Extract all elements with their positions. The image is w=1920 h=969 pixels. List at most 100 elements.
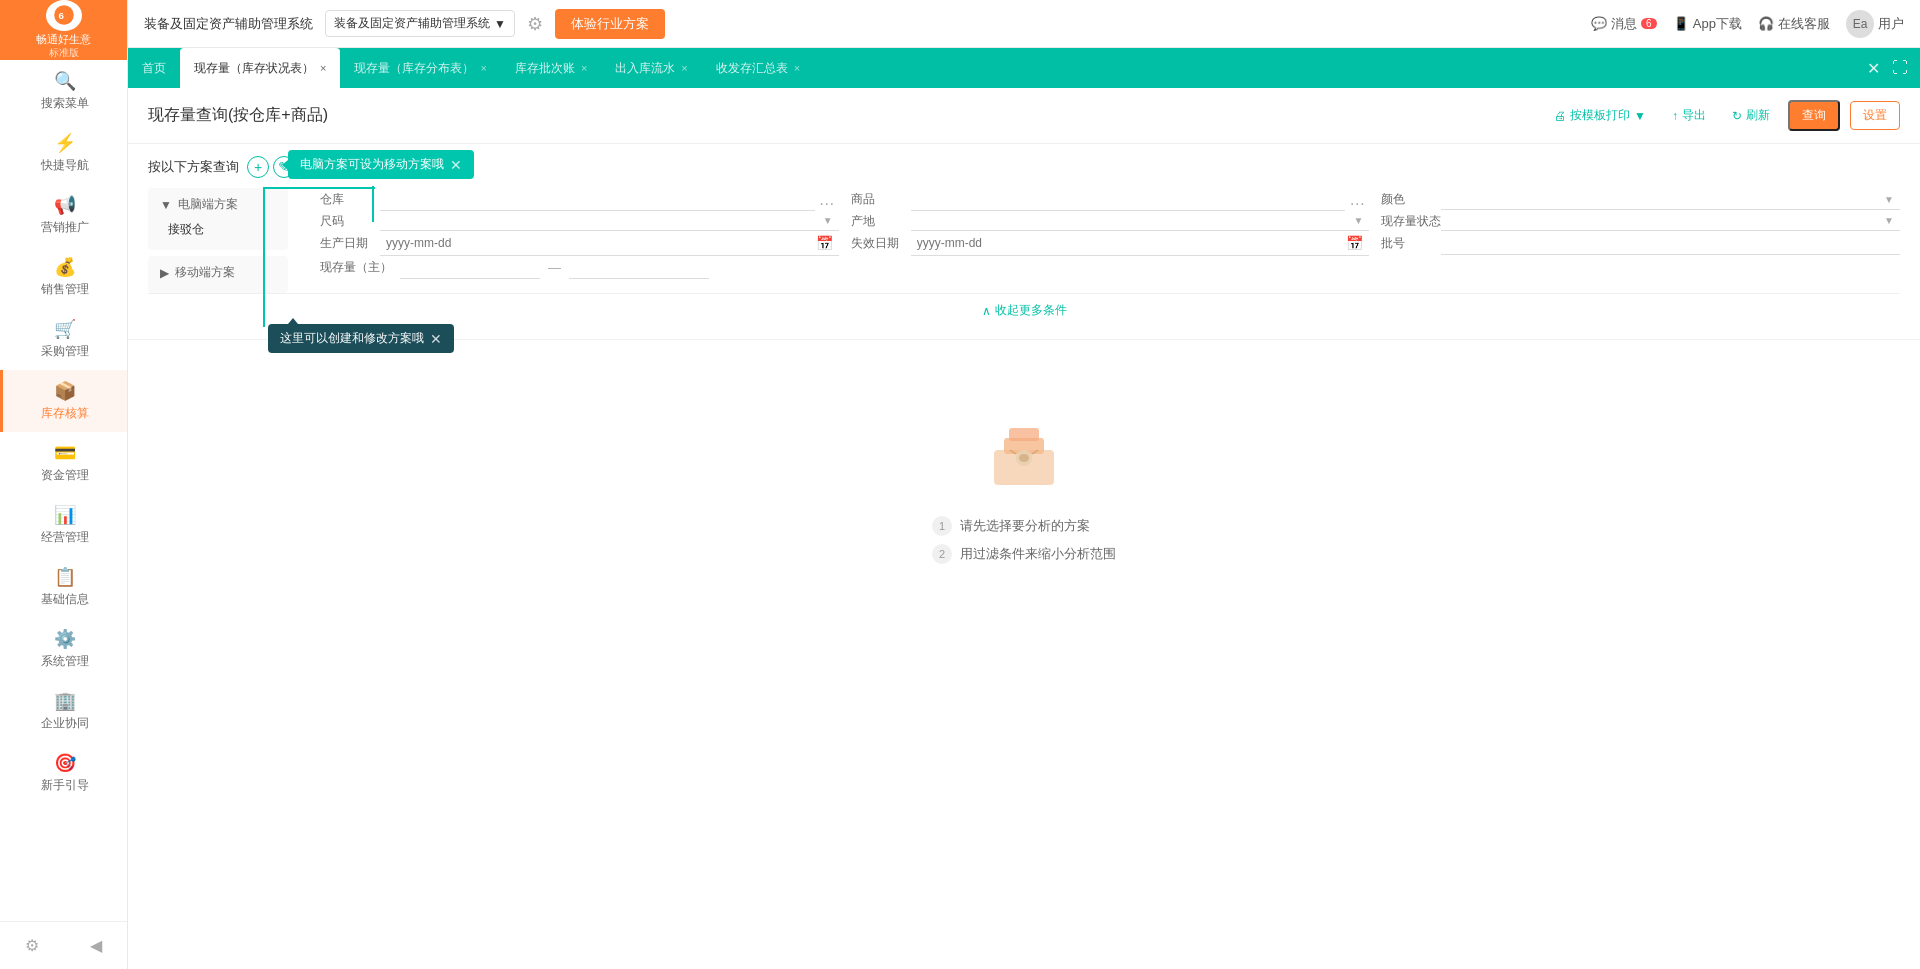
tab-batch_account[interactable]: 库存批次账× bbox=[501, 48, 601, 88]
origin-select[interactable]: ▼ bbox=[911, 211, 1370, 231]
pc-scheme-item-jiejie[interactable]: 接驳仓 bbox=[160, 217, 276, 242]
service-icon: 🎧 bbox=[1758, 16, 1774, 31]
refresh-button[interactable]: ↻ 刷新 bbox=[1724, 103, 1778, 128]
color-label: 颜色 bbox=[1381, 191, 1441, 208]
sidebar-icon-operation: 📊 bbox=[54, 504, 76, 526]
tab-close-stock_status[interactable]: × bbox=[320, 62, 326, 74]
message-button[interactable]: 💬 消息 6 bbox=[1591, 15, 1657, 33]
goods-more-icon[interactable]: … bbox=[1345, 191, 1369, 209]
page-title-bar: 现存量查询(按仓库+商品) 🖨 按模板打印 ▼ ↑ 导出 ↻ 刷新 查询 设置 bbox=[128, 88, 1920, 144]
filter-field-stock-status: 现存量状态 ▼ bbox=[1381, 211, 1900, 231]
size-select[interactable]: ▼ bbox=[380, 211, 839, 231]
export-button[interactable]: ↑ 导出 bbox=[1664, 103, 1714, 128]
filter-field-warehouse: 仓库 … bbox=[320, 188, 839, 211]
sidebar-item-sales[interactable]: 💰 销售管理 bbox=[0, 246, 127, 308]
produce-date-input[interactable]: 📅 bbox=[380, 231, 839, 256]
sidebar-icon-guide: 🎯 bbox=[54, 752, 76, 774]
filter-main-layout: ▼ 电脑端方案 接驳仓 ▶ 移动端方案 bbox=[148, 188, 1900, 293]
tab-close-stock_dist[interactable]: × bbox=[480, 62, 486, 74]
tab-close-all-icon[interactable]: ✕ bbox=[1863, 57, 1884, 80]
sidebar-item-operation[interactable]: 📊 经营管理 bbox=[0, 494, 127, 556]
filter-field-color: 颜色 ▼ bbox=[1381, 190, 1900, 210]
svg-text:6: 6 bbox=[58, 10, 64, 21]
mobile-scheme-section: ▶ 移动端方案 bbox=[148, 256, 288, 293]
svg-point-0 bbox=[54, 6, 74, 26]
sidebar-item-system[interactable]: ⚙️ 系统管理 bbox=[0, 618, 127, 680]
sidebar-settings-icon[interactable]: ⚙ bbox=[17, 932, 47, 959]
sidebar-item-enterprise[interactable]: 🏢 企业协同 bbox=[0, 680, 127, 742]
svg-point-6 bbox=[1019, 454, 1029, 462]
print-arrow-icon: ▼ bbox=[1634, 109, 1646, 123]
filter-scheme-panel: ▼ 电脑端方案 接驳仓 ▶ 移动端方案 bbox=[148, 188, 308, 293]
produce-date-calendar-icon[interactable]: 📅 bbox=[816, 235, 833, 251]
sidebar-item-guide[interactable]: 🎯 新手引导 bbox=[0, 742, 127, 804]
message-badge: 6 bbox=[1641, 18, 1657, 29]
stock-status-select[interactable]: ▼ bbox=[1441, 211, 1900, 231]
print-button[interactable]: 🖨 按模板打印 ▼ bbox=[1546, 103, 1654, 128]
tab-label-recv_summary: 收发存汇总表 bbox=[716, 60, 788, 77]
app-download-button[interactable]: 📱 App下载 bbox=[1673, 15, 1742, 33]
warehouse-input[interactable] bbox=[380, 188, 815, 211]
empty-step-2: 2 用过滤条件来缩小分析范围 bbox=[932, 544, 1116, 564]
sidebar-item-finance[interactable]: 💳 资金管理 bbox=[0, 432, 127, 494]
produce-date-field[interactable] bbox=[386, 236, 812, 250]
sidebar-label-operation: 经营管理 bbox=[41, 529, 89, 546]
industry-plan-button[interactable]: 体验行业方案 bbox=[555, 9, 665, 39]
tab-close-batch_account[interactable]: × bbox=[581, 62, 587, 74]
tab-close-recv_summary[interactable]: × bbox=[794, 62, 800, 74]
tab-home[interactable]: 首页 bbox=[128, 48, 180, 88]
header-right: 💬 消息 6 📱 App下载 🎧 在线客服 Ea 用户 bbox=[1591, 10, 1904, 38]
tab-stock_dist[interactable]: 现存量（库存分布表）× bbox=[340, 48, 500, 88]
expire-date-calendar-icon[interactable]: 📅 bbox=[1346, 235, 1363, 251]
tab-stock_status[interactable]: 现存量（库存状况表）× bbox=[180, 48, 340, 88]
warehouse-label: 仓库 bbox=[320, 191, 380, 208]
sidebar-icon-finance: 💳 bbox=[54, 442, 76, 464]
edit-tooltip-text: 这里可以创建和修改方案哦 bbox=[280, 330, 424, 347]
edit-tooltip: 这里可以创建和修改方案哦 ✕ bbox=[268, 324, 454, 353]
size-label: 尺码 bbox=[320, 213, 380, 230]
filter-area: 电脑方案可设为移动方案哦 ✕ 这里可以创建和修改方案哦 ✕ 按以下方案查询 + bbox=[128, 144, 1920, 340]
user-button[interactable]: Ea 用户 bbox=[1846, 10, 1904, 38]
goods-input[interactable] bbox=[911, 188, 1346, 211]
stock-qty-min[interactable] bbox=[400, 256, 540, 279]
guide-vline2 bbox=[263, 187, 265, 327]
expire-date-field[interactable] bbox=[917, 236, 1343, 250]
system-select[interactable]: 装备及固定资产辅助管理系统 ▼ bbox=[325, 10, 515, 37]
sidebar-icon-inventory: 📦 bbox=[54, 380, 76, 402]
filter-row-2: 尺码 ▼ 产地 ▼ 现存量状态 bbox=[320, 211, 1900, 231]
sidebar-item-inventory[interactable]: 📦 库存核算 bbox=[0, 370, 127, 432]
add-scheme-button[interactable]: + bbox=[247, 156, 269, 178]
tab-label-inout_flow: 出入库流水 bbox=[615, 60, 675, 77]
pc-scheme-title[interactable]: ▼ 电脑端方案 bbox=[160, 196, 276, 213]
user-label: 用户 bbox=[1878, 15, 1904, 33]
print-label: 按模板打印 bbox=[1570, 107, 1630, 124]
expire-date-input[interactable]: 📅 bbox=[911, 231, 1370, 256]
collapse-button[interactable]: ∧ 收起更多条件 bbox=[148, 293, 1900, 327]
batch-input[interactable] bbox=[1441, 232, 1900, 255]
filter-field-batch: 批号 bbox=[1381, 232, 1900, 255]
filter-field-produce-date: 生产日期 📅 bbox=[320, 231, 839, 256]
scheme-tooltip-close[interactable]: ✕ bbox=[450, 157, 462, 173]
sidebar-item-search[interactable]: 🔍 搜索菜单 bbox=[0, 60, 127, 122]
settings-gear-icon[interactable]: ⚙ bbox=[527, 13, 543, 35]
tab-recv_summary[interactable]: 收发存汇总表 × bbox=[702, 48, 814, 88]
online-service-button[interactable]: 🎧 在线客服 bbox=[1758, 15, 1830, 33]
mobile-scheme-title[interactable]: ▶ 移动端方案 bbox=[160, 264, 276, 281]
sidebar-item-quick[interactable]: ⚡ 快捷导航 bbox=[0, 122, 127, 184]
sidebar-item-purchase[interactable]: 🛒 采购管理 bbox=[0, 308, 127, 370]
sidebar-item-marketing[interactable]: 📢 营销推广 bbox=[0, 184, 127, 246]
sidebar-collapse-icon[interactable]: ◀ bbox=[82, 932, 110, 959]
warehouse-more-icon[interactable]: … bbox=[815, 191, 839, 209]
sidebar-item-basic[interactable]: 📋 基础信息 bbox=[0, 556, 127, 618]
query-button[interactable]: 查询 bbox=[1788, 100, 1840, 131]
filter-label: 按以下方案查询 bbox=[148, 158, 239, 176]
chevron-down-icon: ▼ bbox=[494, 17, 506, 31]
settings-button[interactable]: 设置 bbox=[1850, 101, 1900, 130]
color-select[interactable]: ▼ bbox=[1441, 190, 1900, 210]
stock-qty-max[interactable] bbox=[569, 256, 709, 279]
edit-tooltip-close[interactable]: ✕ bbox=[430, 331, 442, 347]
tab-close-inout_flow[interactable]: × bbox=[681, 62, 687, 74]
sidebar-icon-marketing: 📢 bbox=[54, 194, 76, 216]
tab-inout_flow[interactable]: 出入库流水 × bbox=[601, 48, 701, 88]
tab-maximize-icon[interactable]: ⛶ bbox=[1888, 57, 1912, 79]
